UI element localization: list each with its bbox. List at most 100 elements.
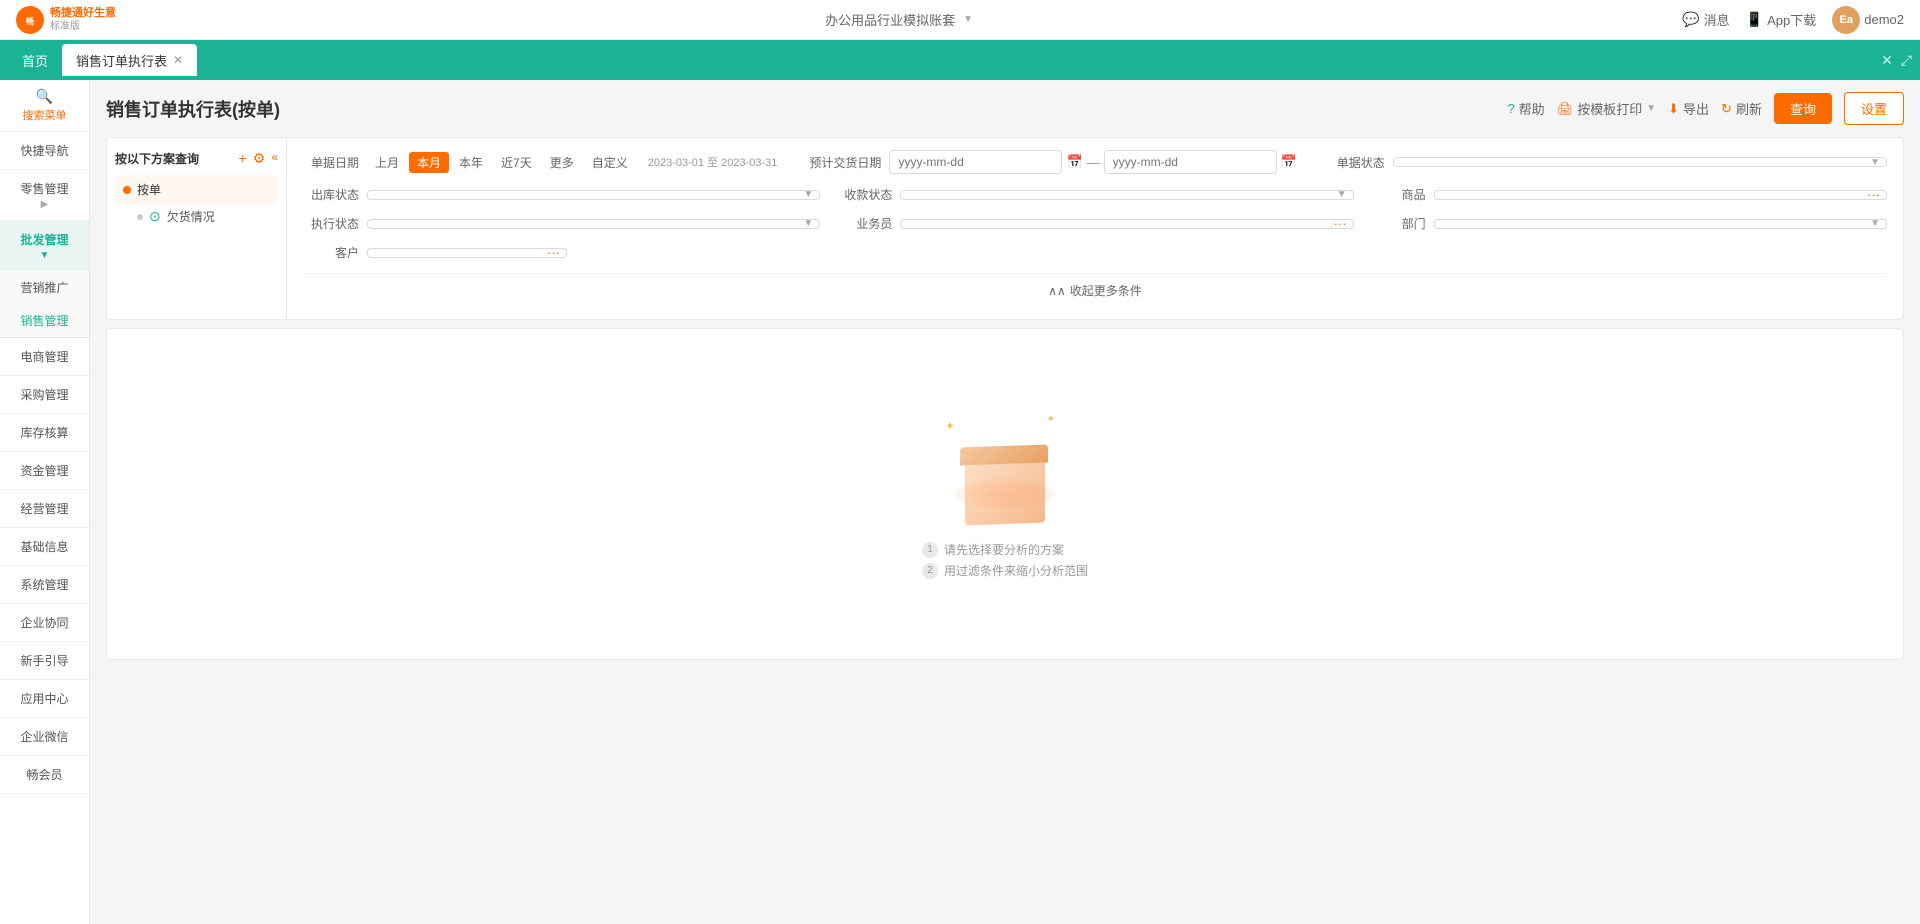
- sidebar-item-appstore[interactable]: 应用中心: [0, 680, 89, 718]
- scheme-debt[interactable]: ⊙ 欠货情况: [115, 204, 278, 229]
- avatar: Ea: [1832, 6, 1860, 34]
- salesperson-select[interactable]: ···: [900, 219, 1353, 229]
- goods-group: 商品 ···: [1370, 186, 1887, 203]
- tab-bar-actions: ✕ ⤢: [1881, 52, 1912, 69]
- expand-window-icon[interactable]: ⤢: [1901, 52, 1912, 69]
- exec-status-select[interactable]: ▼: [367, 219, 820, 229]
- collapse-bar[interactable]: ∧∧ 收起更多条件: [303, 273, 1887, 307]
- order-status-select[interactable]: ▼: [1393, 157, 1887, 167]
- chevron-down-icon: ▼: [1337, 189, 1347, 200]
- ellipsis-btn[interactable]: ···: [547, 245, 560, 260]
- refresh-icon: ↻: [1721, 101, 1732, 117]
- sidebar-item-finance[interactable]: 资金管理: [0, 452, 89, 490]
- filter-row-3: 执行状态 ▼ 业务员 ···: [303, 215, 1887, 232]
- chevron-down-icon: ▼: [40, 250, 50, 261]
- close-window-icon[interactable]: ✕: [1881, 52, 1893, 69]
- sidebar-item-wechat[interactable]: 企业微信: [0, 718, 89, 756]
- filter-fields: 单据日期 上月 本月 本年 近7天 更多 自定义 2023-03-01 至 20…: [287, 138, 1903, 319]
- date-tab-last-month[interactable]: 上月: [367, 152, 407, 173]
- sparkle-1: ✦: [945, 419, 955, 433]
- user-avatar-area[interactable]: Ea demo2: [1832, 6, 1904, 34]
- filter-scheme-header: 按以下方案查询 + ⚙ «: [115, 150, 278, 167]
- sidebar-item-wholesale[interactable]: 批发管理 ▼: [0, 221, 89, 271]
- home-tab-label: 首页: [22, 51, 48, 70]
- top-bar-center: 办公用品行业模拟账套 ▼: [825, 10, 973, 29]
- tab-close-icon[interactable]: ✕: [173, 53, 183, 67]
- page-title: 销售订单执行表(按单): [106, 96, 280, 122]
- add-scheme-icon[interactable]: +: [239, 150, 247, 167]
- tab-bar: 首页 销售订单执行表 ✕ ✕ ⤢: [0, 40, 1920, 80]
- empty-hints: 1 请先选择要分析的方案 2 用过滤条件来缩小分析范围: [922, 541, 1088, 579]
- scheme-by-order[interactable]: 按单: [115, 175, 278, 204]
- sidebar-item-retail[interactable]: 零售管理 ▶: [0, 170, 89, 221]
- filter-row-4: 客户 ···: [303, 244, 1887, 261]
- logo-icon: 畅: [16, 6, 44, 34]
- collapse-scheme-icon[interactable]: «: [271, 150, 278, 167]
- settings-scheme-icon[interactable]: ⚙: [253, 150, 266, 167]
- expected-date-label: 预计交货日期: [809, 154, 881, 171]
- help-btn[interactable]: ? 帮助: [1507, 99, 1544, 118]
- calendar-icon-from[interactable]: 📅: [1066, 154, 1082, 170]
- sidebar-item-marketing[interactable]: 营销推广: [0, 271, 89, 304]
- app-selector-label[interactable]: 办公用品行业模拟账套: [825, 10, 955, 29]
- sidebar-search-menu[interactable]: 🔍 搜索菜单: [0, 80, 89, 132]
- app-download-btn[interactable]: 📱 App下载: [1746, 10, 1817, 29]
- out-status-select[interactable]: ▼: [367, 190, 820, 200]
- sidebar-item-enterprise[interactable]: 企业协同: [0, 604, 89, 642]
- date-tab-custom[interactable]: 自定义: [584, 152, 636, 173]
- sidebar-item-basic[interactable]: 基础信息: [0, 528, 89, 566]
- tab-home[interactable]: 首页: [8, 44, 62, 76]
- date-tab-this-year[interactable]: 本年: [451, 152, 491, 173]
- content-body: ✦ ✦ 1 请先选择要分析的方案 2 用过滤条件来缩小分析范围: [106, 328, 1904, 660]
- sidebar-item-ecommerce[interactable]: 电商管理: [0, 338, 89, 376]
- empty-hint-2: 2 用过滤条件来缩小分析范围: [922, 562, 1088, 579]
- sidebar-item-system[interactable]: 系统管理: [0, 566, 89, 604]
- filter-row-1: 单据日期 上月 本月 本年 近7天 更多 自定义 2023-03-01 至 20…: [303, 150, 1887, 174]
- calendar-icon-to[interactable]: 📅: [1281, 154, 1297, 170]
- download-icon: 📱: [1746, 11, 1763, 28]
- logo-text: 畅捷通好生意 标准版: [50, 6, 116, 33]
- query-btn[interactable]: 查询: [1774, 93, 1832, 124]
- salesperson-label: 业务员: [836, 215, 892, 232]
- date-tab-this-month[interactable]: 本月: [409, 152, 449, 173]
- expected-date-to[interactable]: [1104, 150, 1277, 174]
- filter-scheme-panel: 按以下方案查询 + ⚙ « 按单 ⊙ 欠货情况: [107, 138, 287, 319]
- sidebar: 🔍 搜索菜单 快捷导航 零售管理 ▶ 批发管理 ▼ 营销推广 销售管理 电商管理: [0, 80, 90, 924]
- search-icon: 🔍: [36, 88, 53, 105]
- sidebar-item-member[interactable]: 畅会员: [0, 756, 89, 794]
- template-print-btn[interactable]: 🖨 按模板打印 ▼: [1557, 99, 1656, 118]
- top-bar-left: 畅 畅捷通好生意 标准版: [16, 6, 116, 34]
- ellipsis-btn[interactable]: ···: [1867, 187, 1880, 202]
- sidebar-item-newbie[interactable]: 新手引导: [0, 642, 89, 680]
- order-status-label: 单据状态: [1329, 154, 1385, 171]
- empty-hint-1: 1 请先选择要分析的方案: [922, 541, 1064, 558]
- content-area: 销售订单执行表(按单) ? 帮助 🖨 按模板打印 ▼ ⬇ 导出: [90, 80, 1920, 924]
- settings-btn[interactable]: 设置: [1844, 92, 1904, 125]
- sidebar-item-sales[interactable]: 销售管理: [0, 304, 89, 337]
- expected-date-range: 📅 — 📅: [889, 150, 1296, 174]
- expected-date-group: 预计交货日期 📅 — 📅: [809, 150, 1296, 174]
- sidebar-item-inventory[interactable]: 库存核算: [0, 414, 89, 452]
- sidebar-quick-nav[interactable]: 快捷导航: [0, 132, 89, 170]
- scheme-dot: [123, 186, 131, 194]
- message-btn[interactable]: 💬 消息: [1682, 10, 1729, 29]
- exec-status-label: 执行状态: [303, 215, 359, 232]
- out-status-label: 出库状态: [303, 186, 359, 203]
- message-icon: 💬: [1682, 11, 1699, 28]
- sales-order-tab-label: 销售订单执行表: [76, 51, 167, 70]
- department-select[interactable]: ▼: [1434, 219, 1887, 229]
- customer-label: 客户: [303, 244, 359, 261]
- sidebar-item-purchase[interactable]: 采购管理: [0, 376, 89, 414]
- date-tab-more[interactable]: 更多: [542, 152, 582, 173]
- date-tab-7days[interactable]: 近7天: [493, 152, 540, 173]
- refresh-btn[interactable]: ↻ 刷新: [1721, 99, 1762, 118]
- payment-status-select[interactable]: ▼: [900, 190, 1353, 200]
- goods-select[interactable]: ···: [1434, 190, 1887, 200]
- customer-select[interactable]: ···: [367, 248, 567, 258]
- ellipsis-btn[interactable]: ···: [1334, 216, 1347, 231]
- date-range-text: 2023-03-01 至 2023-03-31: [648, 154, 778, 170]
- tab-sales-order[interactable]: 销售订单执行表 ✕: [62, 44, 197, 76]
- expected-date-from[interactable]: [889, 150, 1062, 174]
- export-btn[interactable]: ⬇ 导出: [1668, 99, 1709, 118]
- sidebar-item-operation[interactable]: 经营管理: [0, 490, 89, 528]
